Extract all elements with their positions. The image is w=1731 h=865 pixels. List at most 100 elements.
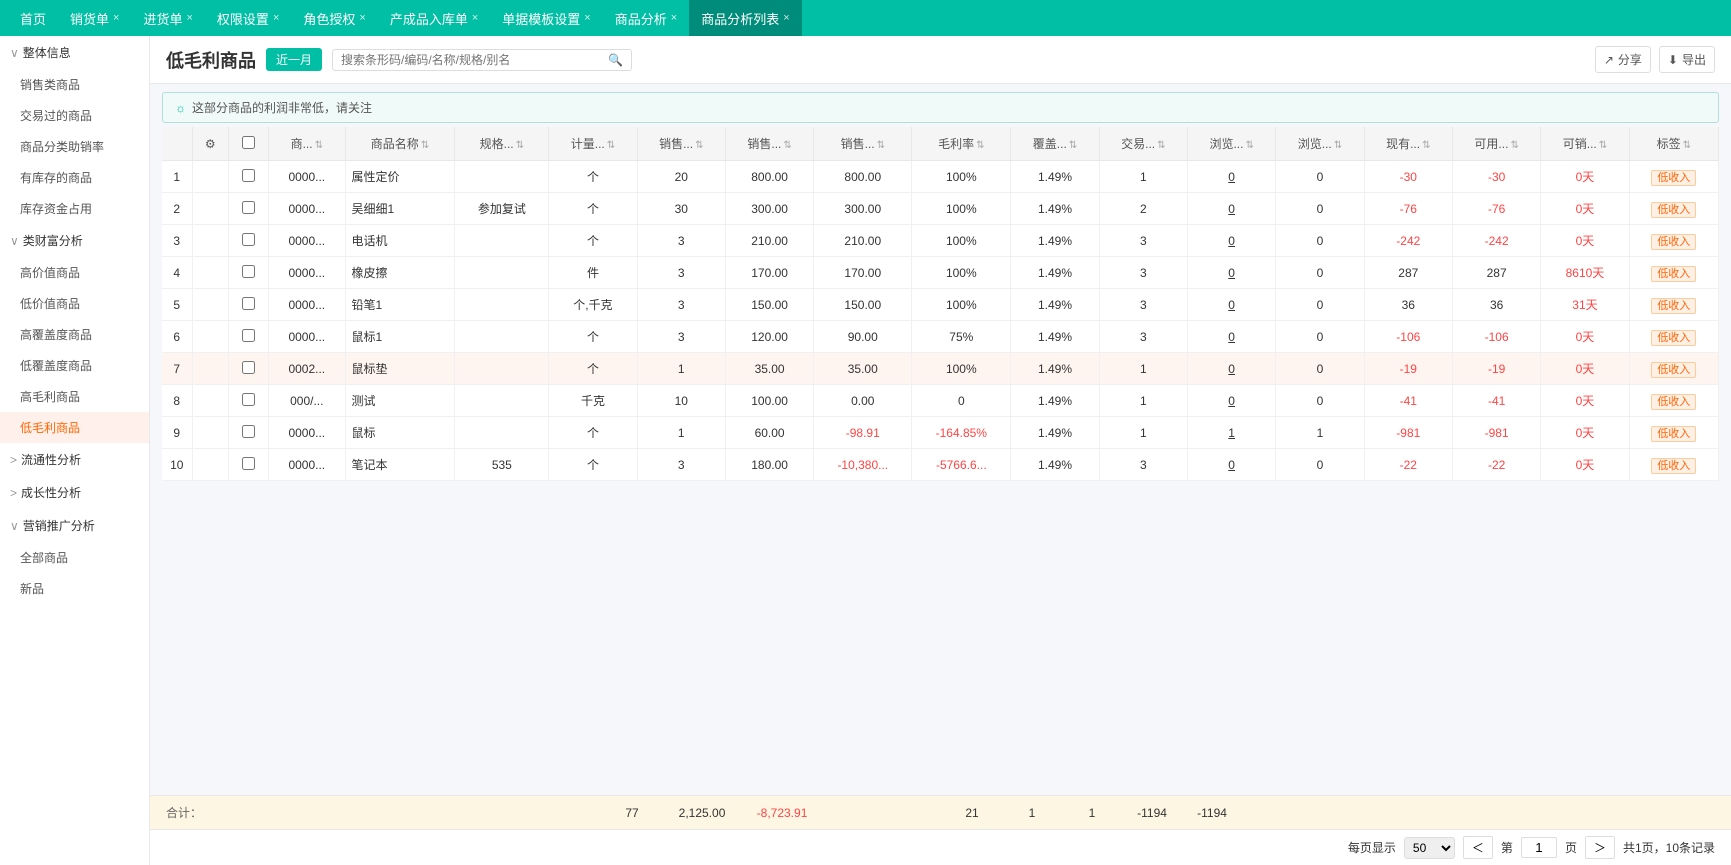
cell-view1[interactable]: 0 [1187,353,1275,385]
sort-icon-spec: ⇅ [516,140,524,151]
cell-sales-price: 170.00 [725,257,813,289]
close-icon[interactable]: × [186,12,192,24]
search-icon[interactable]: 🔍 [608,53,623,67]
page-input[interactable] [1521,837,1557,858]
cell-checkbox[interactable] [229,449,269,481]
row-checkbox[interactable] [242,233,255,246]
cell-checkbox[interactable] [229,321,269,353]
view1-link[interactable]: 0 [1228,234,1235,248]
view1-link[interactable]: 1 [1228,426,1235,440]
settings-icon[interactable]: ⚙ [205,137,216,151]
row-checkbox[interactable] [242,265,255,278]
row-checkbox[interactable] [242,361,255,374]
nav-item-商品分析列表[interactable]: 商品分析列表× [689,0,801,36]
col-header-checkbox[interactable] [229,127,269,161]
cell-gross-rate: 0 [912,385,1011,417]
row-checkbox[interactable] [242,393,255,406]
cell-view1[interactable]: 1 [1187,417,1275,449]
sidebar-item-低覆盖度商品[interactable]: 低覆盖度商品 [0,350,149,381]
cell-checkbox[interactable] [229,161,269,193]
sidebar-item-库存资金占用[interactable]: 库存资金占用 [0,193,149,224]
sidebar-group-类财富分析[interactable]: ∨类财富分析 [0,224,149,257]
nav-item-角色授权[interactable]: 角色授权× [291,0,377,36]
sort-icon-view1: ⇅ [1245,140,1253,151]
cell-checkbox[interactable] [229,353,269,385]
nav-item-单据模板设置[interactable]: 单据模板设置× [490,0,602,36]
cell-current: -22 [1364,449,1452,481]
cell-checkbox[interactable] [229,225,269,257]
sidebar-item-低价值商品[interactable]: 低价值商品 [0,288,149,319]
close-icon[interactable]: × [359,12,365,24]
sidebar-item-交易过的商品[interactable]: 交易过的商品 [0,100,149,131]
cell-checkbox[interactable] [229,257,269,289]
cell-view1[interactable]: 0 [1187,449,1275,481]
per-page-select[interactable]: 50 100 200 [1404,837,1455,859]
close-icon[interactable]: × [113,12,119,24]
view1-link[interactable]: 0 [1228,202,1235,216]
sidebar-item-高价值商品[interactable]: 高价值商品 [0,257,149,288]
sidebar-group-营销推广分析[interactable]: ∨营销推广分析 [0,509,149,542]
nav-item-进货单[interactable]: 进货单× [131,0,204,36]
sidebar-item-全部商品[interactable]: 全部商品 [0,542,149,573]
sidebar-item-低毛利商品[interactable]: 低毛利商品 [0,412,149,443]
cell-view1[interactable]: 0 [1187,225,1275,257]
next-page-button[interactable]: ＞ [1585,836,1615,859]
close-icon[interactable]: × [584,12,590,24]
export-button[interactable]: ⬇ 导出 [1659,46,1715,73]
sidebar-item-商品分类助销率[interactable]: 商品分类助销率 [0,131,149,162]
row-checkbox[interactable] [242,297,255,310]
view1-link[interactable]: 0 [1228,266,1235,280]
prev-page-button[interactable]: ＜ [1463,836,1493,859]
view1-link[interactable]: 0 [1228,458,1235,472]
cell-checkbox[interactable] [229,193,269,225]
sidebar-item-销售类商品[interactable]: 销售类商品 [0,69,149,100]
select-all-checkbox[interactable] [242,136,255,149]
cell-view1[interactable]: 0 [1187,321,1275,353]
nav-item-首页[interactable]: 首页 [8,0,58,36]
cell-trade: 3 [1099,289,1187,321]
sidebar-item-高覆盖度商品[interactable]: 高覆盖度商品 [0,319,149,350]
sidebar-item-高毛利商品[interactable]: 高毛利商品 [0,381,149,412]
cell-view1[interactable]: 0 [1187,193,1275,225]
row-checkbox[interactable] [242,169,255,182]
cell-view1[interactable]: 0 [1187,257,1275,289]
sidebar-group-整体信息[interactable]: ∨整体信息 [0,36,149,69]
row-checkbox[interactable] [242,457,255,470]
cell-gross-rate: 100% [912,193,1011,225]
search-input[interactable] [341,53,608,67]
nav-item-商品分析[interactable]: 商品分析× [603,0,689,36]
cell-checkbox[interactable] [229,385,269,417]
sidebar-item-有库存的商品[interactable]: 有库存的商品 [0,162,149,193]
close-icon[interactable]: × [472,12,478,24]
nav-item-权限设置[interactable]: 权限设置× [205,0,291,36]
close-icon[interactable]: × [783,12,789,24]
table-container[interactable]: ⚙商...⇅商品名称⇅规格...⇅计量...⇅销售...⇅销售...⇅销售...… [162,127,1719,795]
nav-item-产成品入库单[interactable]: 产成品入库单× [378,0,490,36]
period-button[interactable]: 近一月 [266,48,322,71]
sidebar-group-流通性分析[interactable]: >流通性分析 [0,443,149,476]
cell-view1[interactable]: 0 [1187,289,1275,321]
row-checkbox[interactable] [242,425,255,438]
sidebar-item-新品[interactable]: 新品 [0,573,149,604]
cell-view2: 1 [1276,417,1364,449]
row-checkbox[interactable] [242,329,255,342]
view1-link[interactable]: 0 [1228,362,1235,376]
cell-saleable: 0天 [1541,385,1629,417]
nav-item-销货单[interactable]: 销货单× [58,0,131,36]
cell-checkbox[interactable] [229,417,269,449]
table-row: 60000...鼠标1个3120.0090.0075%1.49%300-106-… [162,321,1719,353]
arrow-icon: ∨ [10,46,19,60]
view1-link[interactable]: 0 [1228,330,1235,344]
sidebar-group-成长性分析[interactable]: >成长性分析 [0,476,149,509]
view1-link[interactable]: 0 [1228,170,1235,184]
cell-view1[interactable]: 0 [1187,161,1275,193]
close-icon[interactable]: × [671,12,677,24]
view1-link[interactable]: 0 [1228,298,1235,312]
share-button[interactable]: ↗ 分享 [1595,46,1651,73]
close-icon[interactable]: × [273,12,279,24]
cell-view1[interactable]: 0 [1187,385,1275,417]
cell-checkbox[interactable] [229,289,269,321]
view1-link[interactable]: 0 [1228,394,1235,408]
col-header-settings[interactable]: ⚙ [192,127,229,161]
row-checkbox[interactable] [242,201,255,214]
